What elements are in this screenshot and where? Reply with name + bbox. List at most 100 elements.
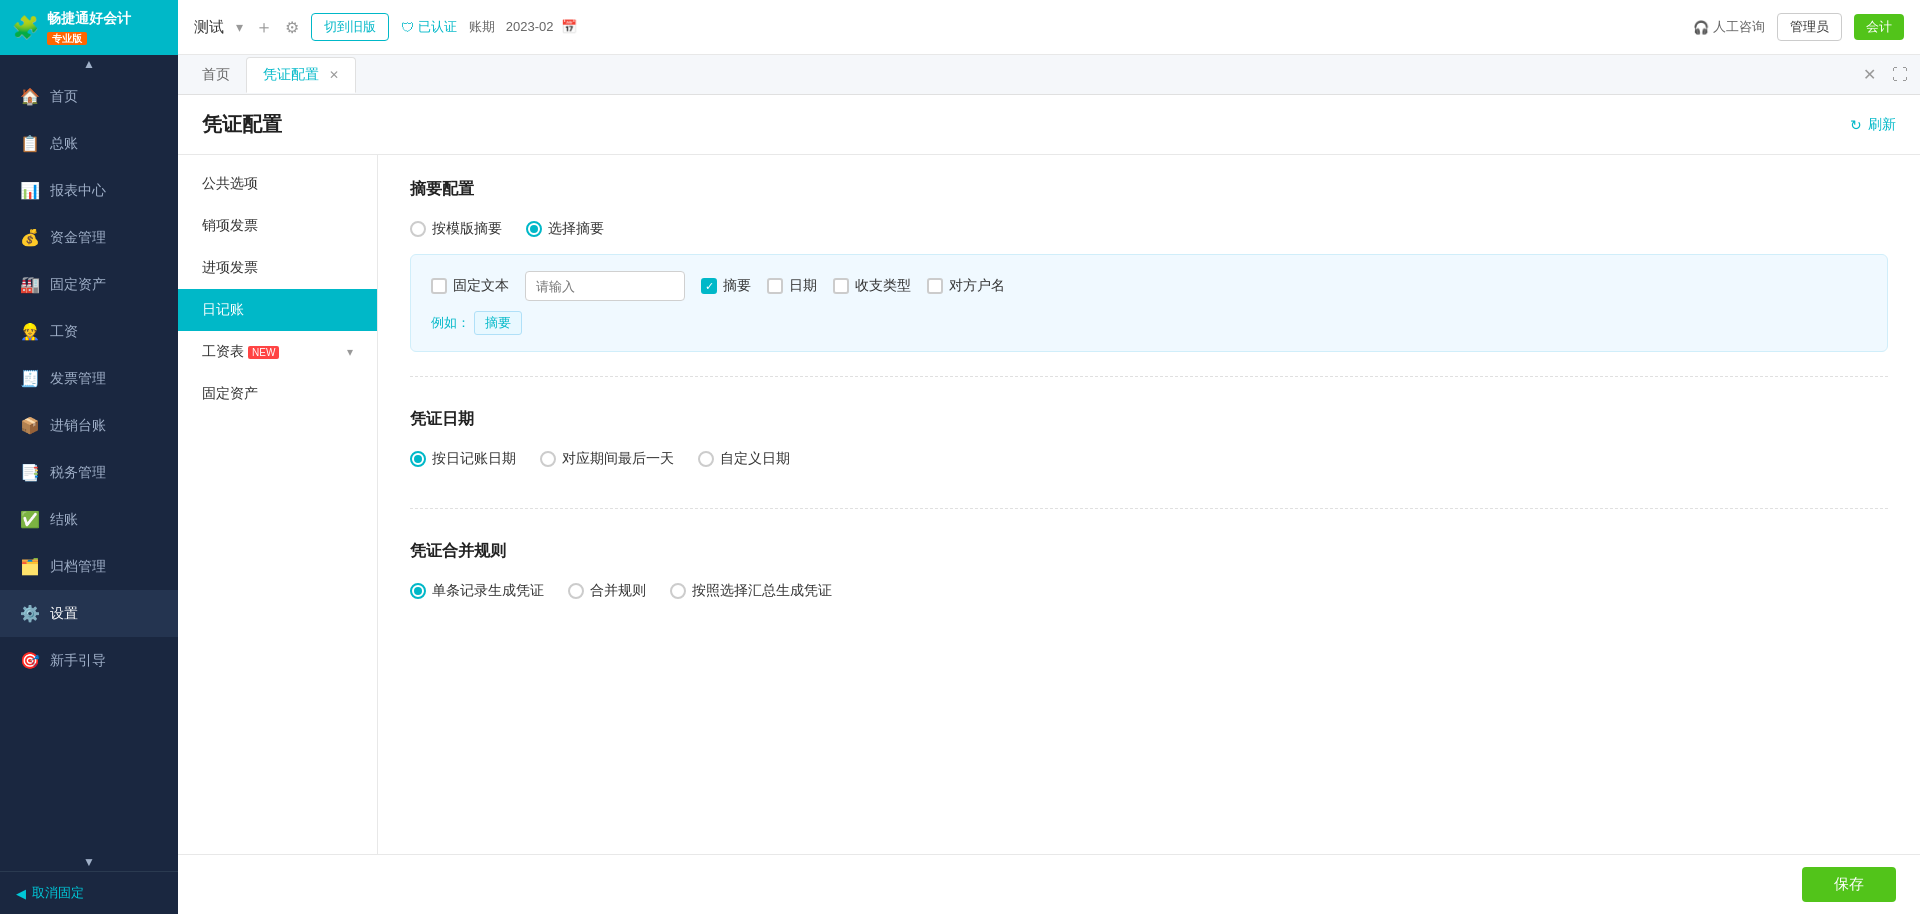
section-date-title: 凭证日期 <box>410 409 1888 430</box>
add-company-btn[interactable]: ＋ <box>255 15 273 39</box>
radio-period-last-day[interactable]: 对应期间最后一天 <box>540 450 674 468</box>
radio-merge-rule[interactable]: 合并规则 <box>568 582 646 600</box>
tab-close-icon[interactable]: ✕ <box>329 68 339 82</box>
sidebar-scroll: 🏠 首页 📋 总账 📊 报表中心 💰 资金管理 🏭 固定资产 👷 工资 🧾 发票… <box>0 73 178 853</box>
left-nav-payroll[interactable]: 工资表 NEW ▾ <box>178 331 377 373</box>
close-account-icon: ✅ <box>20 510 40 529</box>
radio-single-record-label: 单条记录生成凭证 <box>432 582 544 600</box>
radio-summary-generate-label: 按照选择汇总生成凭证 <box>692 582 832 600</box>
reports-icon: 📊 <box>20 181 40 200</box>
left-nav-public[interactable]: 公共选项 <box>178 163 377 205</box>
sidebar-item-inout[interactable]: 📦 进销台账 <box>0 402 178 449</box>
tab-home-label: 首页 <box>202 66 230 82</box>
switch-old-version-btn[interactable]: 切到旧版 <box>311 13 389 41</box>
sidebar-item-settings[interactable]: ⚙️ 设置 <box>0 590 178 637</box>
tab-voucher-config[interactable]: 凭证配置 ✕ <box>246 57 356 93</box>
sidebar-item-tax-label: 税务管理 <box>50 464 106 482</box>
sidebar-item-payroll-label: 工资 <box>50 323 78 341</box>
save-button[interactable]: 保存 <box>1802 867 1896 902</box>
radio-custom-date-label: 自定义日期 <box>720 450 790 468</box>
left-nav-purchase-label: 进项发票 <box>202 259 258 275</box>
topbar: 测试 ▾ ＋ ⚙ 切到旧版 🛡 已认证 账期 2023-02 📅 🎧 人工咨询 … <box>178 0 1920 55</box>
settings-gear-icon[interactable]: ⚙ <box>285 18 299 37</box>
left-nav-sales-invoice[interactable]: 销项发票 <box>178 205 377 247</box>
page-title: 凭证配置 <box>202 111 282 154</box>
sidebar-item-settings-label: 设置 <box>50 605 78 623</box>
sidebar-item-archive-label: 归档管理 <box>50 558 106 576</box>
radio-select-abstract[interactable]: 选择摘要 <box>526 220 604 238</box>
radio-diary-date-circle <box>410 451 426 467</box>
radio-merge-rule-label: 合并规则 <box>590 582 646 600</box>
tabbar: 首页 凭证配置 ✕ ✕ ⛶ <box>178 55 1920 95</box>
expand-window-btn[interactable]: ⛶ <box>1888 62 1912 88</box>
radio-template-label: 按模版摘要 <box>432 220 502 238</box>
radio-select-circle <box>526 221 542 237</box>
company-dropdown-arrow[interactable]: ▾ <box>236 19 243 35</box>
left-nav-public-label: 公共选项 <box>202 175 258 191</box>
scroll-up-arrow[interactable]: ▲ <box>81 55 97 73</box>
consult-btn[interactable]: 🎧 人工咨询 <box>1693 18 1765 36</box>
sidebar-item-archive[interactable]: 🗂️ 归档管理 <box>0 543 178 590</box>
scroll-down-arrow[interactable]: ▼ <box>81 853 97 871</box>
archive-icon: 🗂️ <box>20 557 40 576</box>
sidebar-item-payroll[interactable]: 👷 工资 <box>0 308 178 355</box>
main-area: 测试 ▾ ＋ ⚙ 切到旧版 🛡 已认证 账期 2023-02 📅 🎧 人工咨询 … <box>178 0 1920 914</box>
sidebar-item-reports[interactable]: 📊 报表中心 <box>0 167 178 214</box>
logo-sub: 专业版 <box>47 28 131 46</box>
close-window-btn[interactable]: ✕ <box>1859 61 1880 88</box>
certified-label: 已认证 <box>418 18 457 36</box>
radio-summary-generate-circle <box>670 583 686 599</box>
radio-diary-date-label: 按日记账日期 <box>432 450 516 468</box>
left-nav-fixed-assets[interactable]: 固定资产 <box>178 373 377 415</box>
sidebar-item-guide-label: 新手引导 <box>50 652 106 670</box>
logo-icon: 🧩 <box>12 15 39 41</box>
checkbox-date[interactable]: 日期 <box>767 277 817 295</box>
logo-text: 畅捷通好会计 <box>47 9 131 27</box>
left-nav-diary-label: 日记账 <box>202 301 244 317</box>
radio-single-record[interactable]: 单条记录生成凭证 <box>410 582 544 600</box>
tax-icon: 📑 <box>20 463 40 482</box>
radio-template-abstract[interactable]: 按模版摘要 <box>410 220 502 238</box>
merge-radio-group: 单条记录生成凭证 合并规则 按照选择汇总生成凭证 <box>410 582 1888 600</box>
sidebar-item-guide[interactable]: 🎯 新手引导 <box>0 637 178 684</box>
radio-custom-date[interactable]: 自定义日期 <box>698 450 790 468</box>
radio-summary-generate[interactable]: 按照选择汇总生成凭证 <box>670 582 832 600</box>
abstract-radio-group: 按模版摘要 选择摘要 <box>410 220 1888 238</box>
sidebar-item-fund[interactable]: 💰 资金管理 <box>0 214 178 261</box>
shield-icon: 🛡 <box>401 20 414 35</box>
refresh-icon: ↻ <box>1850 117 1862 133</box>
left-nav-purchase-invoice[interactable]: 进项发票 <box>178 247 377 289</box>
period-value: 2023-02 <box>506 19 554 34</box>
checkbox-counterpart-name[interactable]: 对方户名 <box>927 277 1005 295</box>
payroll-icon: 👷 <box>20 322 40 341</box>
left-nav-diary[interactable]: 日记账 <box>178 289 377 331</box>
admin-btn[interactable]: 管理员 <box>1777 13 1842 41</box>
cancel-fixed-btn[interactable]: ◀ 取消固定 <box>0 871 178 914</box>
checkbox-fixed-text[interactable]: 固定文本 <box>431 277 509 295</box>
left-nav-sales-label: 销项发票 <box>202 217 258 233</box>
sidebar-item-invoice-label: 发票管理 <box>50 370 106 388</box>
assets-icon: 🏭 <box>20 275 40 294</box>
example-prefix: 例如： <box>431 315 470 330</box>
sidebar-item-close[interactable]: ✅ 结账 <box>0 496 178 543</box>
sidebar-item-inout-label: 进销台账 <box>50 417 106 435</box>
tab-home[interactable]: 首页 <box>186 58 246 92</box>
refresh-btn[interactable]: ↻ 刷新 <box>1850 116 1896 150</box>
checkbox-abstract-box: ✓ <box>701 278 717 294</box>
inout-icon: 📦 <box>20 416 40 435</box>
left-nav: 公共选项 销项发票 进项发票 日记账 工资表 NEW ▾ <box>178 155 378 854</box>
sidebar-item-ledger[interactable]: 📋 总账 <box>0 120 178 167</box>
page-header: 凭证配置 ↻ 刷新 <box>178 95 1920 155</box>
checkbox-counterpart-name-box <box>927 278 943 294</box>
radio-diary-date[interactable]: 按日记账日期 <box>410 450 516 468</box>
checkbox-inout-type[interactable]: 收支类型 <box>833 277 911 295</box>
fixed-text-input[interactable] <box>525 271 685 301</box>
sidebar-item-invoice[interactable]: 🧾 发票管理 <box>0 355 178 402</box>
checkbox-abstract[interactable]: ✓ 摘要 <box>701 277 751 295</box>
sidebar-item-tax[interactable]: 📑 税务管理 <box>0 449 178 496</box>
accountant-btn[interactable]: 会计 <box>1854 14 1904 40</box>
fixed-text-label: 固定文本 <box>453 277 509 295</box>
content-area: 凭证配置 ↻ 刷新 公共选项 销项发票 进项发票 <box>178 95 1920 914</box>
sidebar-item-home[interactable]: 🏠 首页 <box>0 73 178 120</box>
sidebar-item-assets[interactable]: 🏭 固定资产 <box>0 261 178 308</box>
